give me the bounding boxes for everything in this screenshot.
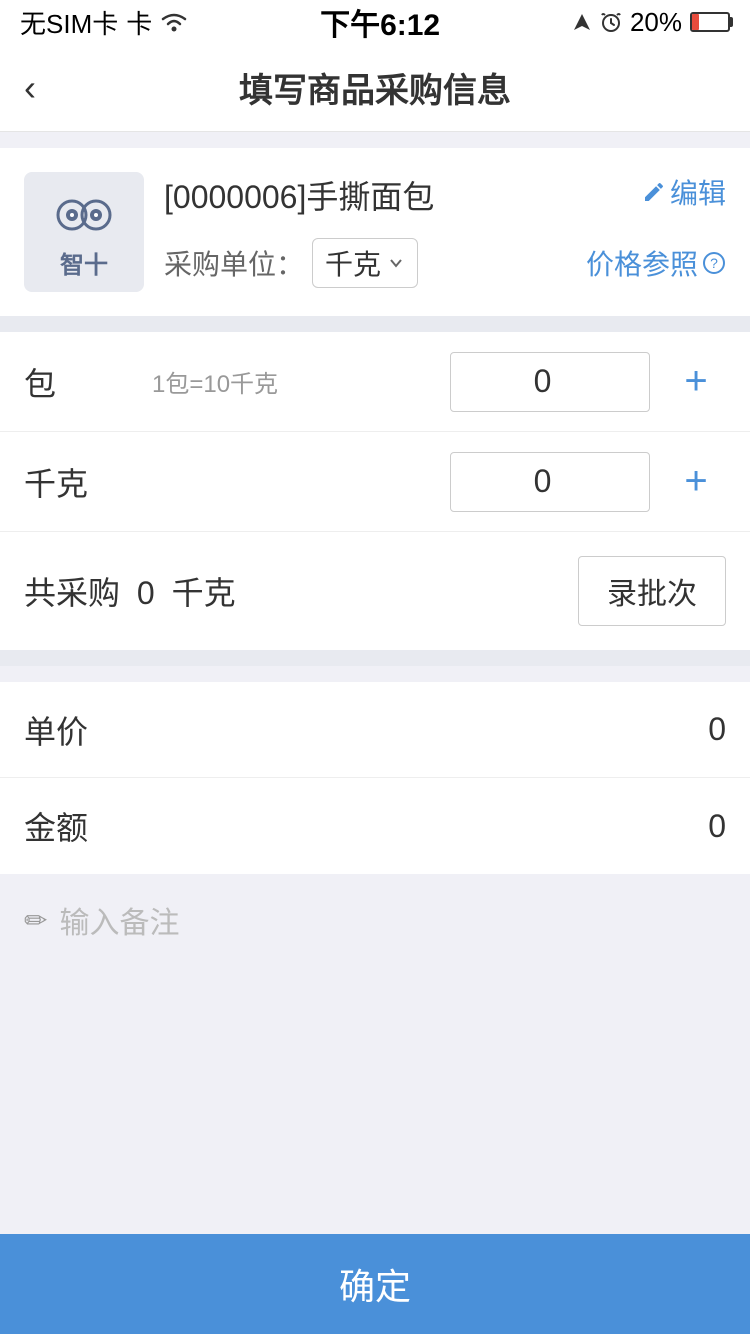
page-title: 填写商品采购信息: [239, 63, 511, 112]
product-image: 智十: [24, 172, 144, 292]
product-header: [0000006]手撕面包 编辑: [164, 172, 726, 218]
qty-row-bao: 包 1包=10千克 +: [0, 332, 750, 432]
qty-input-wrap-bao: +: [278, 352, 726, 412]
wifi-icon: [160, 12, 188, 32]
location-icon: [572, 12, 592, 32]
qty-sublabel-bao: 1包=10千克: [152, 364, 278, 399]
total-amount: 0: [137, 575, 155, 611]
back-button[interactable]: ‹: [24, 67, 36, 109]
product-logo: 智十: [44, 185, 124, 280]
edit-icon: [642, 180, 666, 204]
alarm-icon: [600, 11, 622, 33]
product-info: [0000006]手撕面包 编辑 采购单位： 千克: [164, 172, 726, 288]
carrier-text: 无SIM卡: [20, 4, 118, 41]
qty-section: 包 1包=10千克 + 千克 +: [0, 332, 750, 532]
logo-text: 智十: [60, 245, 108, 280]
qty-plus-kg[interactable]: +: [666, 452, 726, 512]
total-row: 共采购 0 千克 录批次: [0, 532, 750, 650]
price-section: 单价 0 金额 0: [0, 682, 750, 874]
sim-card-icon: 卡: [126, 4, 152, 41]
note-placeholder: 输入备注: [59, 898, 179, 942]
battery-icon: [690, 12, 730, 32]
qty-plus-bao[interactable]: +: [666, 352, 726, 412]
price-row-amount: 金额 0: [0, 778, 750, 874]
svg-text:?: ?: [710, 255, 718, 271]
total-unit: 千克: [172, 575, 236, 611]
status-time: 下午6:12: [320, 0, 440, 44]
qty-input-wrap-kg: +: [144, 452, 726, 512]
battery-percent: 20%: [630, 7, 682, 38]
edit-button[interactable]: 编辑: [642, 172, 726, 212]
main-content: 智十 [0000006]手撕面包 编辑 采购单位： 千克: [0, 148, 750, 1086]
record-batch-button[interactable]: 录批次: [578, 556, 726, 626]
amount-label: 金额: [24, 803, 88, 849]
confirm-bar[interactable]: 确定: [0, 1234, 750, 1334]
edit-label: 编辑: [670, 172, 726, 212]
note-section[interactable]: ✏ 输入备注: [0, 874, 750, 966]
unit-value: 千克: [325, 243, 381, 283]
product-card: 智十 [0000006]手撕面包 编辑 采购单位： 千克: [0, 148, 750, 316]
unit-price-value: 0: [708, 711, 726, 748]
status-left: 无SIM卡 卡: [20, 4, 188, 41]
unit-label: 采购单位：: [164, 243, 304, 283]
product-unit-row: 采购单位： 千克 价格参照 ?: [164, 238, 726, 288]
qty-input-kg[interactable]: [450, 452, 650, 512]
unit-selector[interactable]: 千克: [312, 238, 418, 288]
confirm-button[interactable]: 确定: [339, 1258, 411, 1310]
nav-bar: ‹ 填写商品采购信息: [0, 44, 750, 132]
section-divider-2: [0, 650, 750, 666]
qty-row-kg: 千克 +: [0, 432, 750, 532]
amount-value: 0: [708, 808, 726, 845]
chevron-down-icon: [387, 254, 405, 272]
unit-price-label: 单价: [24, 707, 88, 753]
status-right: 20%: [572, 7, 730, 38]
price-row-unit: 单价 0: [0, 682, 750, 778]
qty-label-bao: 包: [24, 359, 144, 405]
total-label: 共采购 0 千克: [24, 568, 236, 614]
price-ref-label: 价格参照: [586, 243, 698, 283]
qty-input-bao[interactable]: [450, 352, 650, 412]
pencil-icon: ✏: [24, 904, 47, 937]
section-divider-1: [0, 316, 750, 332]
status-bar: 无SIM卡 卡 下午6:12 20%: [0, 0, 750, 44]
price-ref-button[interactable]: 价格参照 ?: [586, 243, 726, 283]
info-icon: ?: [702, 251, 726, 275]
product-name: [0000006]手撕面包: [164, 172, 434, 218]
total-text: 共采购: [24, 575, 120, 611]
qty-label-kg: 千克: [24, 459, 144, 505]
